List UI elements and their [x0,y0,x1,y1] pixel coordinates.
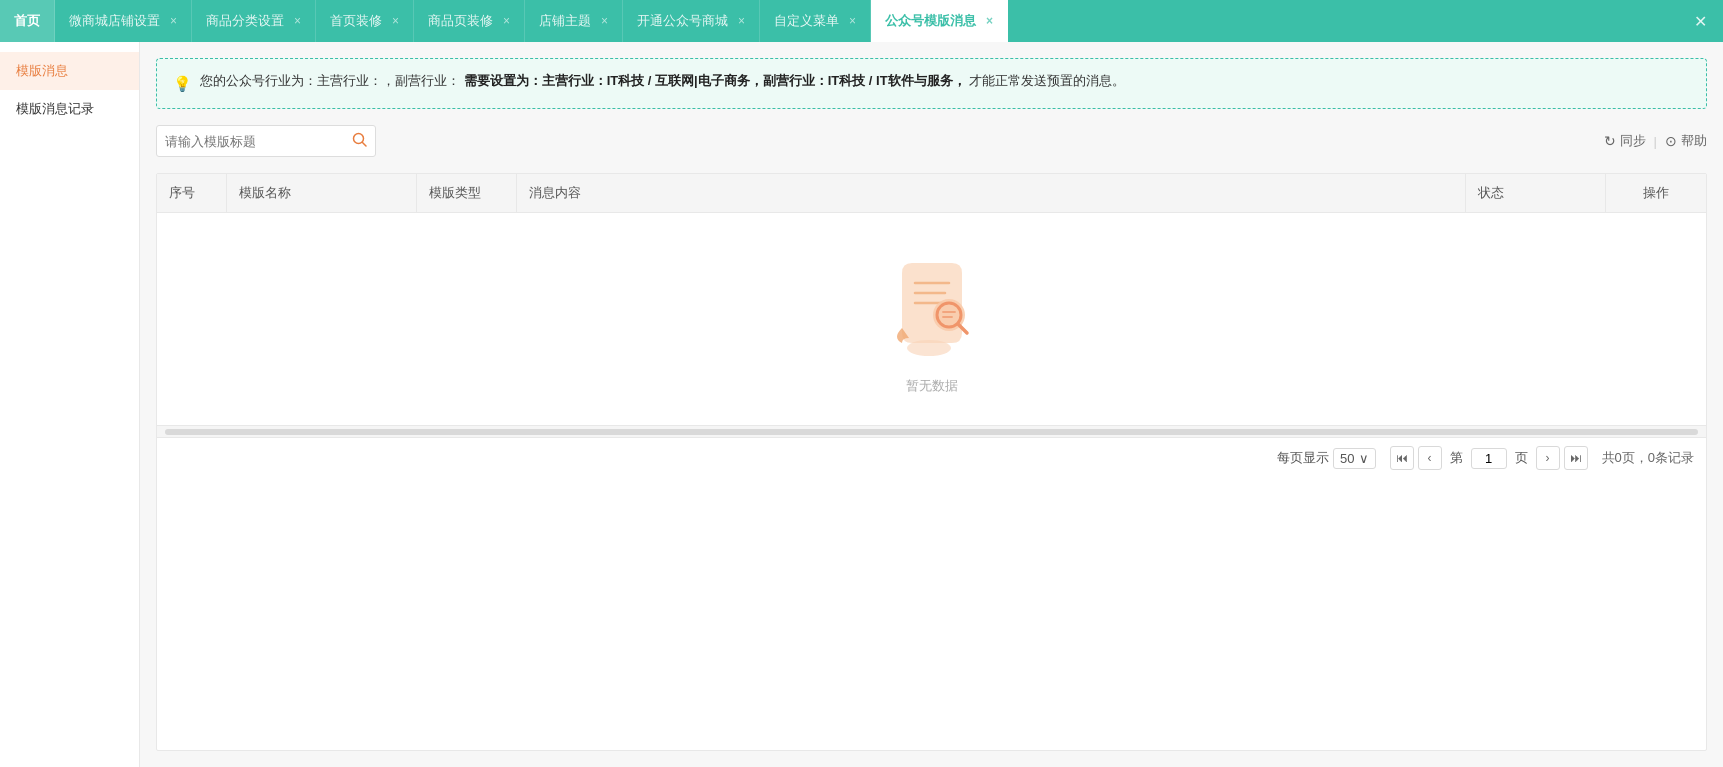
notice-highlight: 需要设置为：主营行业：IT科技 / 互联网|电子商务，副营行业：IT科技 / I… [464,73,966,88]
th-content: 消息内容 [517,174,1466,212]
empty-illustration [877,253,987,363]
prev-page-button[interactable]: ‹ [1418,446,1442,470]
tab-shop-settings-label: 微商城店铺设置 [69,12,160,30]
sync-label: 同步 [1620,132,1646,150]
search-input[interactable] [165,134,352,149]
data-table: 序号 模版名称 模版类型 消息内容 状态 操作 [156,173,1707,751]
th-type: 模版类型 [417,174,517,212]
sidebar-item-template-message-label: 模版消息 [16,63,68,78]
notice-box: 💡 您的公众号行业为：主营行业：，副营行业： 需要设置为：主营行业：IT科技 /… [156,58,1707,109]
tab-product-decor-label: 商品页装修 [428,12,493,30]
scrollbar-track[interactable] [165,429,1698,435]
page-size-label: 每页显示 [1277,449,1329,467]
page-di-label: 第 [1450,449,1463,467]
page-number-input[interactable] [1471,448,1507,469]
tab-template-msg[interactable]: 公众号模版消息 × [871,0,1008,42]
notice-prefix: 您的公众号行业为：主营行业：，副营行业： [200,73,460,88]
notice-bulb-icon: 💡 [173,72,192,96]
toolbar: ↻ 同步 | ⊙ 帮助 [156,121,1707,161]
th-action: 操作 [1606,174,1706,212]
help-label: 帮助 [1681,132,1707,150]
th-seq: 序号 [157,174,227,212]
close-shop-settings-icon[interactable]: × [170,14,177,28]
notice-suffix: 才能正常发送预置的消息。 [969,73,1125,88]
scrollbar-row[interactable] [157,425,1706,437]
close-shop-theme-icon[interactable]: × [601,14,608,28]
main-content: 💡 您的公众号行业为：主营行业：，副营行业： 需要设置为：主营行业：IT科技 /… [140,42,1723,767]
tab-home-decor-label: 首页装修 [330,12,382,30]
page-size-dropdown[interactable]: 50 ∨ [1333,448,1375,469]
toolbar-divider: | [1654,134,1657,149]
close-home-decor-icon[interactable]: × [392,14,399,28]
sidebar-item-template-message[interactable]: 模版消息 [0,52,139,90]
th-status: 状态 [1466,174,1606,212]
tab-open-mall-label: 开通公众号商城 [637,12,728,30]
empty-text: 暂无数据 [906,377,958,395]
first-page-button[interactable]: ⏮ [1390,446,1414,470]
page-size-select: 每页显示 50 ∨ [1277,448,1375,469]
tab-custom-menu-label: 自定义菜单 [774,12,839,30]
pagination: 每页显示 50 ∨ ⏮ ‹ 第 页 › ⏭ 共0页，0条记录 [157,437,1706,478]
sidebar: 模版消息 模版消息记录 [0,42,140,767]
last-page-button[interactable]: ⏭ [1564,446,1588,470]
page-total: 共0页，0条记录 [1602,449,1694,467]
table-header: 序号 模版名称 模版类型 消息内容 状态 操作 [157,174,1706,213]
tab-template-msg-label: 公众号模版消息 [885,12,976,30]
close-product-decor-icon[interactable]: × [503,14,510,28]
help-button[interactable]: ⊙ 帮助 [1665,132,1707,150]
tab-shop-settings[interactable]: 微商城店铺设置 × [55,0,192,42]
sidebar-item-template-message-record-label: 模版消息记录 [16,101,94,116]
sidebar-item-template-message-record[interactable]: 模版消息记录 [0,90,139,128]
page-navigation: ⏮ ‹ 第 页 › ⏭ [1390,446,1588,470]
global-close-button[interactable]: ✕ [1678,12,1723,31]
top-navigation: 首页 微商城店铺设置 × 商品分类设置 × 首页装修 × 商品页装修 × 店铺主… [0,0,1723,42]
close-template-msg-icon[interactable]: × [986,14,993,28]
tab-home[interactable]: 首页 [0,0,55,42]
chevron-down-icon: ∨ [1359,451,1369,466]
main-layout: 模版消息 模版消息记录 💡 您的公众号行业为：主营行业：，副营行业： 需要设置为… [0,42,1723,767]
tab-shop-theme-label: 店铺主题 [539,12,591,30]
sync-icon: ↻ [1604,133,1616,149]
tab-category-settings-label: 商品分类设置 [206,12,284,30]
search-wrap[interactable] [156,125,376,157]
close-category-settings-icon[interactable]: × [294,14,301,28]
tab-product-decor[interactable]: 商品页装修 × [414,0,525,42]
empty-state: 暂无数据 [157,213,1706,425]
next-page-button[interactable]: › [1536,446,1560,470]
tab-home-decor[interactable]: 首页装修 × [316,0,414,42]
tab-category-settings[interactable]: 商品分类设置 × [192,0,316,42]
tab-open-mall[interactable]: 开通公众号商城 × [623,0,760,42]
help-circle-icon: ⊙ [1665,133,1677,149]
tab-custom-menu[interactable]: 自定义菜单 × [760,0,871,42]
search-button[interactable] [352,132,367,150]
tab-home-label: 首页 [14,12,40,30]
toolbar-right: ↻ 同步 | ⊙ 帮助 [1604,132,1707,150]
sync-button[interactable]: ↻ 同步 [1604,132,1646,150]
close-custom-menu-icon[interactable]: × [849,14,856,28]
notice-text: 您的公众号行业为：主营行业：，副营行业： 需要设置为：主营行业：IT科技 / 互… [200,71,1125,92]
page-size-value: 50 [1340,451,1354,466]
tab-shop-theme[interactable]: 店铺主题 × [525,0,623,42]
svg-line-1 [363,143,367,147]
close-open-mall-icon[interactable]: × [738,14,745,28]
page-unit-label: 页 [1515,449,1528,467]
th-name: 模版名称 [227,174,417,212]
